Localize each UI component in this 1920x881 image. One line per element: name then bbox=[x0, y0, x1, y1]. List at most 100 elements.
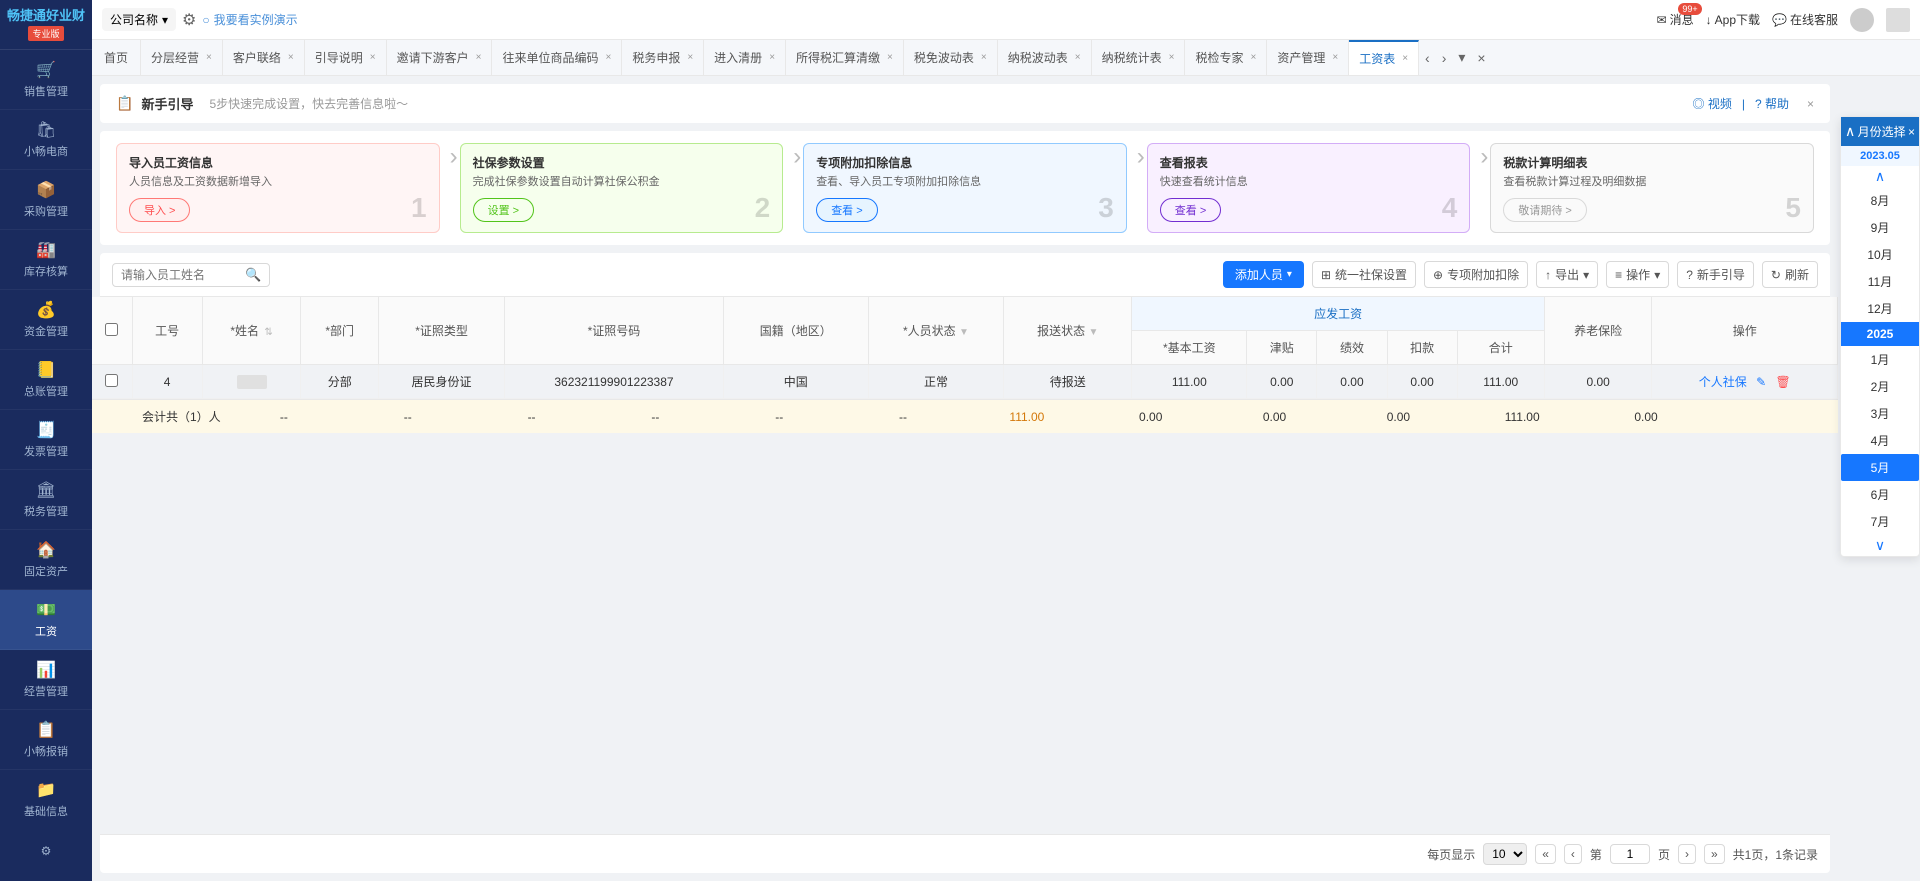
tab-customer[interactable]: 客户联络 × bbox=[223, 40, 305, 76]
sidebar-item-finance[interactable]: 💰 资金管理 bbox=[0, 290, 92, 350]
month-item-3[interactable]: 3月 bbox=[1841, 400, 1919, 427]
step-1-action[interactable]: 导入 > bbox=[129, 198, 190, 222]
month-panel-prev-btn[interactable]: ∧ bbox=[1841, 166, 1919, 187]
tab-taxstat2-close[interactable]: × bbox=[1169, 52, 1175, 63]
user-avatar[interactable] bbox=[1850, 8, 1874, 32]
special-deduction-btn[interactable]: ⊕ 专项附加扣除 bbox=[1424, 261, 1528, 288]
search-box[interactable]: 🔍 bbox=[112, 263, 270, 287]
step-3-btn[interactable]: 查看 > bbox=[816, 198, 877, 222]
sidebar-item-invoice[interactable]: 🧾 发票管理 bbox=[0, 410, 92, 470]
row-edit-action[interactable]: ✎ bbox=[1756, 375, 1766, 389]
guide-video-link[interactable]: ◎ 视频 bbox=[1693, 95, 1732, 112]
step-4-btn[interactable]: 查看 > bbox=[1160, 198, 1221, 222]
month-panel-year-2025[interactable]: 2025 bbox=[1841, 322, 1919, 346]
tab-partition-close[interactable]: × bbox=[206, 52, 212, 63]
tab-assetmgmt[interactable]: 资产管理 × bbox=[1267, 40, 1349, 76]
status-header[interactable]: *人员状态 ▼ bbox=[868, 297, 1003, 365]
month-panel-close[interactable]: × bbox=[1908, 125, 1915, 139]
tab-invite[interactable]: 邀请下游客户 × bbox=[387, 40, 493, 76]
row-social-action[interactable]: 个人社保 bbox=[1699, 375, 1747, 389]
demo-link[interactable]: ○ 我要看实例演示 bbox=[202, 11, 297, 28]
month-item-4[interactable]: 4月 bbox=[1841, 427, 1919, 454]
tab-home[interactable]: 首页 bbox=[92, 40, 141, 76]
month-item-7[interactable]: 7月 bbox=[1841, 508, 1919, 535]
app-download-button[interactable]: ↓ App下载 bbox=[1706, 11, 1760, 28]
first-page-btn[interactable]: « bbox=[1535, 844, 1556, 864]
tab-taxstat[interactable]: 纳税波动表 × bbox=[998, 40, 1092, 76]
tab-list-btn[interactable]: ▾ bbox=[1452, 49, 1471, 66]
tab-payroll[interactable]: 工资表 × bbox=[1349, 40, 1419, 76]
company-selector[interactable]: 公司名称 ▾ bbox=[102, 8, 176, 31]
tab-customer-close[interactable]: × bbox=[288, 52, 294, 63]
reportstatus-header[interactable]: 报送状态 ▼ bbox=[1004, 297, 1132, 365]
page-number-input[interactable] bbox=[1610, 844, 1650, 864]
step-2-action[interactable]: 设置 > bbox=[473, 198, 534, 222]
search-input[interactable] bbox=[121, 268, 241, 282]
tab-taxreport-close[interactable]: × bbox=[687, 52, 693, 63]
month-item-1[interactable]: 1月 bbox=[1841, 346, 1919, 373]
tab-taxreport[interactable]: 税务申报 × bbox=[622, 40, 704, 76]
month-item-11[interactable]: 11月 bbox=[1841, 268, 1919, 295]
month-item-5[interactable]: 5月 bbox=[1841, 454, 1919, 481]
guide-action-btn[interactable]: ? 新手引导 bbox=[1677, 261, 1754, 288]
settings-item[interactable]: ⚙ bbox=[0, 831, 92, 871]
tab-invite-close[interactable]: × bbox=[476, 52, 482, 63]
tab-taxexempt-close[interactable]: × bbox=[981, 52, 987, 63]
sidebar-bottom[interactable]: ⚙ bbox=[0, 821, 92, 881]
tab-clearance-close[interactable]: × bbox=[769, 52, 775, 63]
step-3-action[interactable]: 查看 > bbox=[816, 198, 877, 222]
sidebar-item-payroll[interactable]: 💵 工资 bbox=[0, 590, 92, 650]
tab-taxexpert-close[interactable]: × bbox=[1250, 52, 1256, 63]
tab-supplier-close[interactable]: × bbox=[605, 52, 611, 63]
last-page-btn[interactable]: » bbox=[1704, 844, 1725, 864]
step-2-btn[interactable]: 设置 > bbox=[473, 198, 534, 222]
tab-taxexpert[interactable]: 税检专家 × bbox=[1185, 40, 1267, 76]
sidebar-item-operations[interactable]: 📊 经营管理 bbox=[0, 650, 92, 710]
tab-nav-left[interactable]: ‹ bbox=[1419, 50, 1436, 66]
month-item-8[interactable]: 8月 bbox=[1841, 187, 1919, 214]
sidebar-item-tax[interactable]: 🏛 税务管理 bbox=[0, 470, 92, 530]
page-size-select[interactable]: 10 20 50 bbox=[1483, 843, 1527, 865]
tab-supplier[interactable]: 往来单位商品编码 × bbox=[492, 40, 622, 76]
social-settings-btn[interactable]: ⊞ 统一社保设置 bbox=[1312, 261, 1416, 288]
sidebar-item-purchase[interactable]: 📦 采购管理 bbox=[0, 170, 92, 230]
add-person-button[interactable]: 添加人员 ▾ bbox=[1223, 261, 1304, 288]
settings-gear-icon[interactable]: ⚙ bbox=[182, 10, 196, 30]
month-item-10[interactable]: 10月 bbox=[1841, 241, 1919, 268]
month-panel-up-btn[interactable]: ∧ bbox=[1845, 123, 1855, 140]
row-checkbox-cell[interactable] bbox=[92, 365, 132, 399]
tab-taxcalc[interactable]: 所得税汇算清缴 × bbox=[786, 40, 904, 76]
tab-taxexempt[interactable]: 税免波动表 × bbox=[904, 40, 998, 76]
tab-guide[interactable]: 引导说明 × bbox=[305, 40, 387, 76]
user-menu[interactable] bbox=[1886, 8, 1910, 32]
month-item-2[interactable]: 2月 bbox=[1841, 373, 1919, 400]
step-1-btn[interactable]: 导入 > bbox=[129, 198, 190, 222]
actions-btn[interactable]: ≡ 操作 ▾ bbox=[1606, 261, 1669, 288]
sidebar-item-assets[interactable]: 🏠 固定资产 bbox=[0, 530, 92, 590]
select-all-checkbox[interactable] bbox=[105, 323, 118, 336]
row-checkbox[interactable] bbox=[105, 374, 118, 387]
sidebar-item-accounting[interactable]: 📒 总账管理 bbox=[0, 350, 92, 410]
sidebar-item-expense[interactable]: 📋 小畅报销 bbox=[0, 710, 92, 770]
tab-partition[interactable]: 分层经营 × bbox=[141, 40, 223, 76]
sidebar-item-sales[interactable]: 🛒 销售管理 bbox=[0, 50, 92, 110]
sidebar-item-ecommerce[interactable]: 🛍 小畅电商 bbox=[0, 110, 92, 170]
tab-taxstat2[interactable]: 纳税统计表 × bbox=[1092, 40, 1186, 76]
refresh-btn[interactable]: ↻ 刷新 bbox=[1762, 261, 1818, 288]
month-item-9[interactable]: 9月 bbox=[1841, 214, 1919, 241]
row-delete-action[interactable]: 🗑 bbox=[1775, 375, 1790, 389]
guide-close-btn[interactable]: × bbox=[1807, 97, 1814, 111]
select-all-header[interactable] bbox=[92, 297, 132, 365]
step-5-action[interactable]: 敬请期待 > bbox=[1503, 198, 1586, 222]
next-page-btn[interactable]: › bbox=[1678, 844, 1696, 864]
online-service-button[interactable]: 💬 在线客服 bbox=[1772, 11, 1838, 28]
tab-guide-close[interactable]: × bbox=[370, 52, 376, 63]
export-btn[interactable]: ↑ 导出 ▾ bbox=[1536, 261, 1598, 288]
tab-taxcalc-close[interactable]: × bbox=[887, 52, 893, 63]
sidebar-item-basic[interactable]: 📁 基础信息 bbox=[0, 770, 92, 821]
tab-clearance[interactable]: 进入清册 × bbox=[704, 40, 786, 76]
tab-close-all-btn[interactable]: × bbox=[1471, 50, 1491, 66]
name-header[interactable]: *姓名 ⇅ bbox=[202, 297, 301, 365]
guide-help-link[interactable]: ? 帮助 bbox=[1755, 95, 1789, 112]
tab-payroll-close[interactable]: × bbox=[1402, 53, 1408, 64]
